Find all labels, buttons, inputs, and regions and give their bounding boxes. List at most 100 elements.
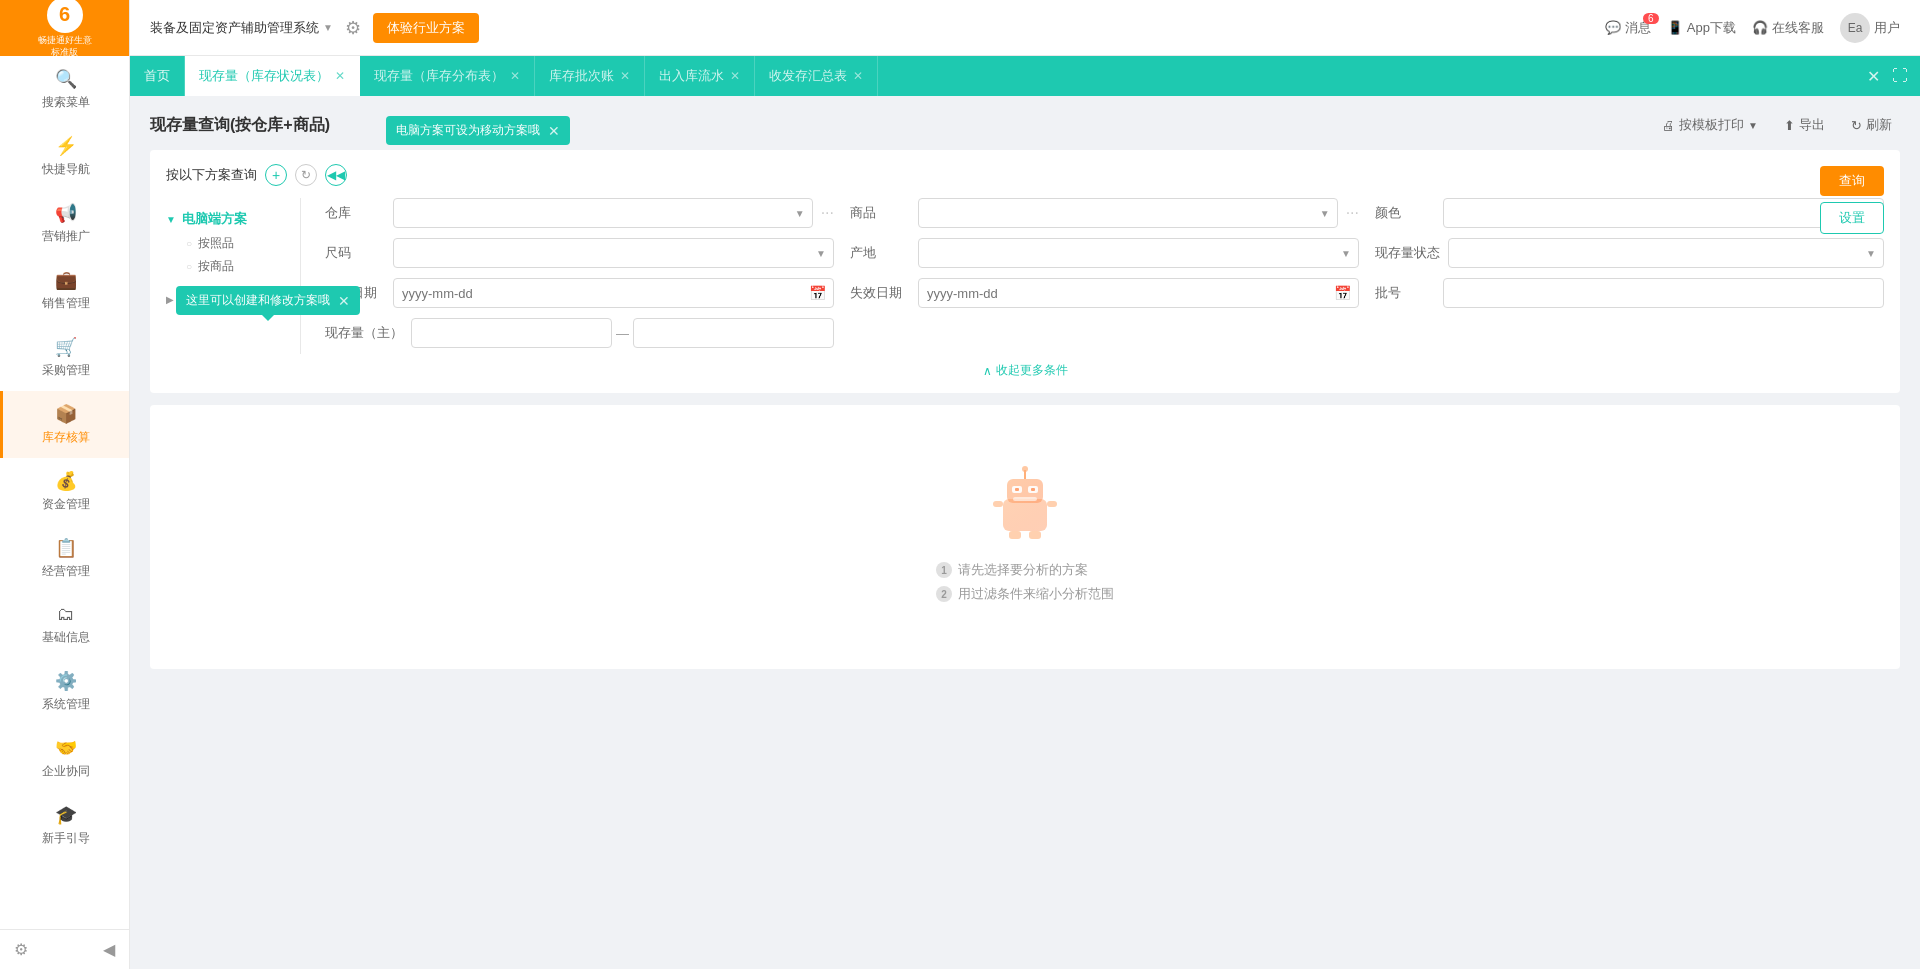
origin-select-wrap: ▼ bbox=[918, 238, 1359, 268]
batch-no-row: 批号 bbox=[1375, 278, 1884, 308]
sub-item-by-goods[interactable]: ○ 按商品 bbox=[186, 255, 276, 278]
empty-step1: 1 请先选择要分析的方案 bbox=[936, 561, 1114, 579]
industry-btn[interactable]: 体验行业方案 bbox=[373, 13, 479, 43]
app-download-btn[interactable]: 📱 App下载 bbox=[1667, 19, 1736, 37]
export-btn[interactable]: ⬆ 导出 bbox=[1776, 112, 1833, 138]
collapse-more-btn[interactable]: ∧ 收起更多条件 bbox=[166, 354, 1884, 379]
filter-add-btn[interactable]: + bbox=[265, 164, 287, 186]
page-actions: 🖨 按模板打印 ▼ ⬆ 导出 ↻ 刷新 bbox=[1654, 112, 1900, 138]
svg-rect-9 bbox=[1009, 531, 1021, 539]
tab-close-batch-ledger[interactable]: ✕ bbox=[620, 69, 630, 83]
tab-close-in-out-flow[interactable]: ✕ bbox=[730, 69, 740, 83]
sidebar-item-inventory[interactable]: 📦 库存核算 bbox=[0, 391, 129, 458]
scheme-tooltip-popup: 电脑方案可设为移动方案哦 ✕ bbox=[386, 116, 570, 145]
tab-inventory-status[interactable]: 现存量（库存状况表） ✕ bbox=[185, 56, 360, 96]
sidebar-item-basic-info[interactable]: 🗂 基础信息 bbox=[0, 592, 129, 658]
tab-inventory-distribution[interactable]: 现存量（库存分布表） ✕ bbox=[360, 56, 535, 96]
sidebar-item-operations[interactable]: 📋 经营管理 bbox=[0, 525, 129, 592]
stock-main-min-input[interactable] bbox=[411, 318, 612, 348]
refresh-label: 刷新 bbox=[1866, 116, 1892, 134]
refresh-icon: ↻ bbox=[1851, 118, 1862, 133]
goods-more-icon[interactable]: ··· bbox=[1346, 204, 1359, 222]
edit-tooltip-close[interactable]: ✕ bbox=[338, 293, 350, 309]
empty-state-icon bbox=[985, 465, 1065, 545]
size-row: 尺码 ▼ bbox=[325, 238, 834, 268]
desktop-scheme-item[interactable]: ▼ 电脑端方案 bbox=[166, 206, 276, 232]
scheme-tooltip-text: 电脑方案可设为移动方案哦 bbox=[396, 122, 540, 139]
page-title: 现存量查询(按仓库+商品) bbox=[150, 115, 330, 136]
query-btn[interactable]: 查询 bbox=[1820, 166, 1884, 196]
user-section[interactable]: Ea 用户 bbox=[1840, 13, 1900, 43]
settings-bottom-icon[interactable]: ⚙ bbox=[14, 940, 28, 959]
header-settings-icon[interactable]: ⚙ bbox=[345, 17, 361, 39]
tab-close-receipt-summary[interactable]: ✕ bbox=[853, 69, 863, 83]
tutorial-icon: 🎓 bbox=[55, 804, 77, 826]
empty-dot-2: 2 bbox=[936, 586, 952, 602]
sidebar-item-purchase[interactable]: 🛒 采购管理 bbox=[0, 324, 129, 391]
sidebar-item-enterprise[interactable]: 🤝 企业协同 bbox=[0, 725, 129, 792]
filter-area: 按以下方案查询 + ↻ ◀◀ 电脑方案可设为移动方案哦 ✕ ▼ 电脑端 bbox=[150, 150, 1900, 393]
sidebar-item-sales[interactable]: 💼 销售管理 bbox=[0, 257, 129, 324]
filter-refresh-btn[interactable]: ↻ bbox=[295, 164, 317, 186]
size-select[interactable] bbox=[393, 238, 834, 268]
close-all-tabs-btn[interactable]: ✕ bbox=[1863, 63, 1884, 90]
reset-btn[interactable]: 设置 bbox=[1820, 202, 1884, 234]
sidebar-item-finance[interactable]: 💰 资金管理 bbox=[0, 458, 129, 525]
system-selector[interactable]: 装备及固定资产辅助管理系统 ▼ bbox=[150, 19, 333, 37]
tab-close-inventory-status[interactable]: ✕ bbox=[335, 69, 345, 83]
goods-select[interactable] bbox=[918, 198, 1338, 228]
stock-range-dash: — bbox=[616, 326, 629, 341]
sidebar-item-label: 销售管理 bbox=[42, 295, 90, 312]
desktop-scheme-sub: ○ 按照品 ○ 按商品 bbox=[186, 232, 276, 278]
batch-no-input[interactable] bbox=[1443, 278, 1884, 308]
basic-info-icon: 🗂 bbox=[57, 604, 75, 625]
sidebar: 6 畅捷通好生意 标准版 🔍 搜索菜单 ⚡ 快捷导航 📢 营销推广 💼 销售管理… bbox=[0, 0, 130, 969]
sidebar-item-quick-nav[interactable]: ⚡ 快捷导航 bbox=[0, 123, 129, 190]
size-label: 尺码 bbox=[325, 244, 385, 262]
notification-btn[interactable]: 💬 消息 6 bbox=[1605, 19, 1651, 37]
production-date-wrap: 📅 bbox=[393, 278, 834, 308]
origin-select[interactable] bbox=[918, 238, 1359, 268]
tab-in-out-flow[interactable]: 出入库流水 ✕ bbox=[645, 56, 755, 96]
sidebar-item-system[interactable]: ⚙️ 系统管理 bbox=[0, 658, 129, 725]
stock-status-row: 现存量状态 ▼ bbox=[1375, 238, 1884, 268]
expiry-date-input[interactable] bbox=[918, 278, 1359, 308]
sidebar-item-search[interactable]: 🔍 搜索菜单 bbox=[0, 56, 129, 123]
notification-badge: 6 bbox=[1643, 13, 1659, 24]
filter-back-btn[interactable]: ◀◀ bbox=[325, 164, 347, 186]
sidebar-item-tutorial[interactable]: 🎓 新手引导 bbox=[0, 792, 129, 859]
collapse-sidebar-icon[interactable]: ◀ bbox=[103, 940, 115, 959]
filter-label: 按以下方案查询 bbox=[166, 166, 257, 184]
color-label: 颜色 bbox=[1375, 204, 1435, 222]
sidebar-item-label: 基础信息 bbox=[42, 629, 90, 646]
tab-receipt-summary[interactable]: 收发存汇总表 ✕ bbox=[755, 56, 878, 96]
edit-tooltip-text: 这里可以创建和修改方案哦 bbox=[186, 292, 330, 309]
sales-icon: 💼 bbox=[55, 269, 77, 291]
sidebar-item-label: 营销推广 bbox=[42, 228, 90, 245]
sidebar-item-label: 系统管理 bbox=[42, 696, 90, 713]
size-select-wrap: ▼ bbox=[393, 238, 834, 268]
header-right: 💬 消息 6 📱 App下载 🎧 在线客服 Ea 用户 bbox=[1605, 13, 1900, 43]
tab-home[interactable]: 首页 bbox=[130, 56, 185, 96]
svg-point-3 bbox=[1022, 466, 1028, 472]
color-select[interactable] bbox=[1443, 198, 1884, 228]
quick-nav-icon: ⚡ bbox=[55, 135, 77, 157]
warehouse-more-icon[interactable]: ··· bbox=[821, 204, 834, 222]
tab-batch-ledger[interactable]: 库存批次账 ✕ bbox=[535, 56, 645, 96]
print-template-btn[interactable]: 🖨 按模板打印 ▼ bbox=[1654, 112, 1766, 138]
online-support-btn[interactable]: 🎧 在线客服 bbox=[1752, 19, 1824, 37]
sidebar-item-marketing[interactable]: 📢 营销推广 bbox=[0, 190, 129, 257]
scheme-tooltip-close[interactable]: ✕ bbox=[548, 123, 560, 139]
tab-close-inventory-distribution[interactable]: ✕ bbox=[510, 69, 520, 83]
production-date-input[interactable] bbox=[393, 278, 834, 308]
stock-main-max-input[interactable] bbox=[633, 318, 834, 348]
collapse-up-icon: ∧ bbox=[983, 364, 992, 378]
color-row: 颜色 ▼ bbox=[1375, 198, 1884, 228]
refresh-btn[interactable]: ↻ 刷新 bbox=[1843, 112, 1900, 138]
warehouse-select[interactable] bbox=[393, 198, 813, 228]
expiry-date-wrap: 📅 bbox=[918, 278, 1359, 308]
fullscreen-btn[interactable]: ⛶ bbox=[1888, 63, 1912, 89]
stock-status-select[interactable] bbox=[1448, 238, 1884, 268]
sub-item-by-category[interactable]: ○ 按照品 bbox=[186, 232, 276, 255]
svg-rect-11 bbox=[993, 501, 1003, 507]
